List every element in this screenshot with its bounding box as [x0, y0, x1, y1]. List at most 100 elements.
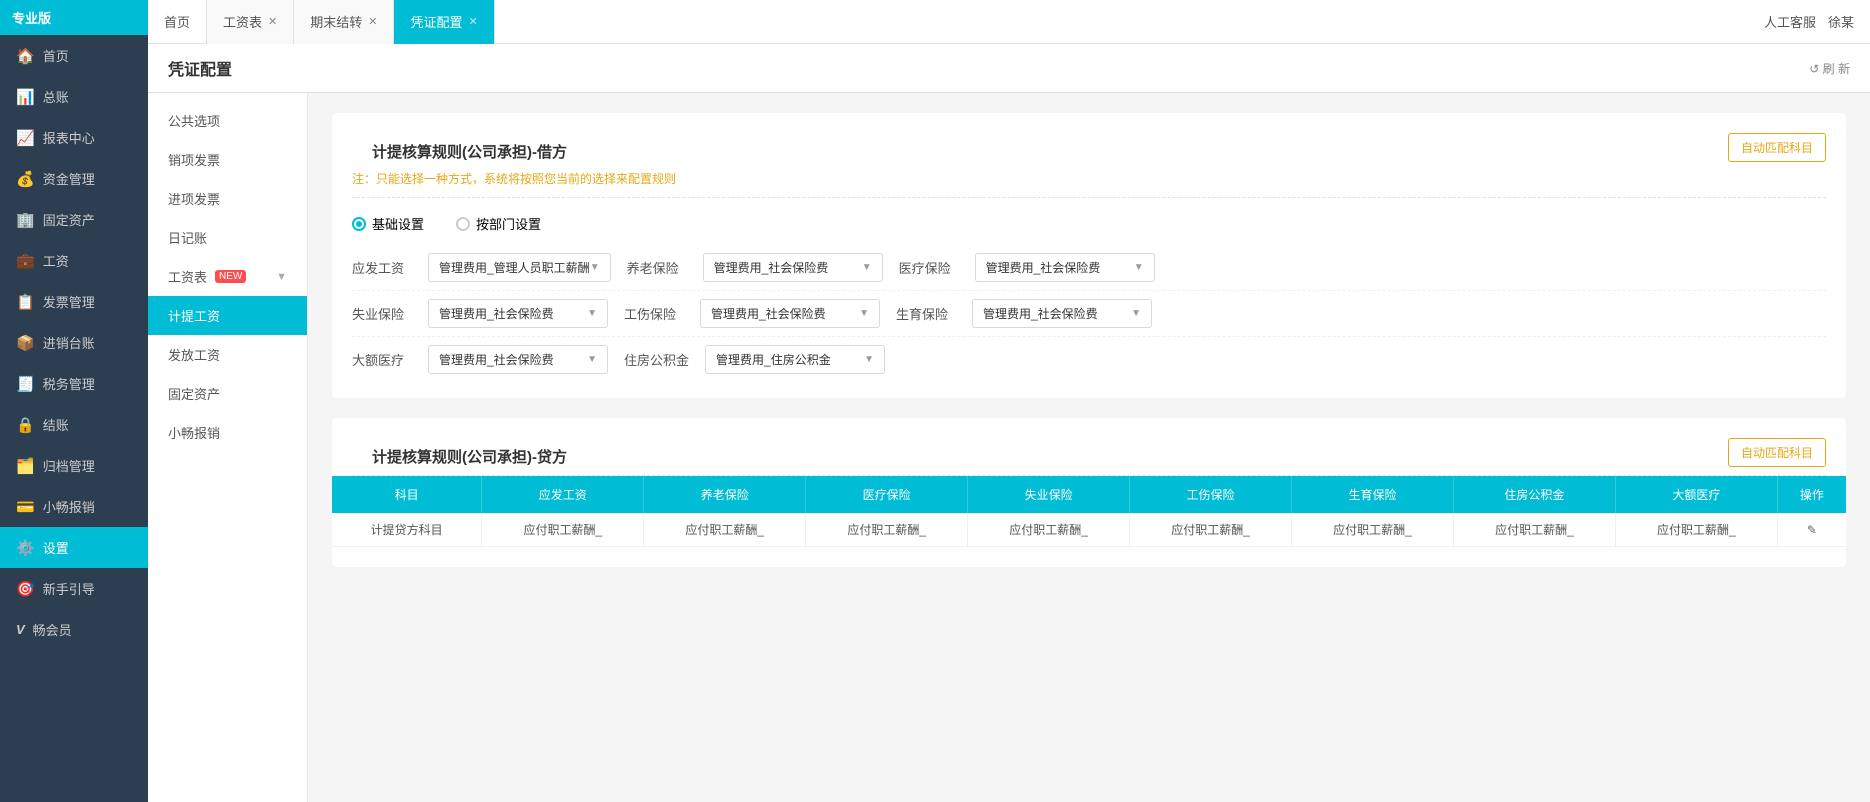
sidebar-item-guide[interactable]: 🎯 新手引导	[0, 568, 148, 609]
guide-icon: 🎯	[16, 580, 35, 598]
arrow-icon-6: ▼	[1131, 308, 1141, 319]
label-medical: 医疗保险	[899, 258, 959, 277]
archive-icon: 🗂️	[16, 457, 35, 475]
close-period-closing-icon[interactable]: ✕	[368, 15, 377, 28]
sidebar-item-invoice[interactable]: 📋 发票管理	[0, 281, 148, 322]
closing-icon: 🔒	[16, 416, 35, 434]
credit-table: 科目 应发工资 养老保险 医疗保险 失业保险 工伤保险 生育保险 住房公积金 大…	[332, 476, 1846, 547]
table-row: 计提贷方科目 应付职工薪酬_ 应付职工薪酬_ 应付职工薪酬_ 应付职工薪酬_ 应…	[332, 513, 1846, 547]
select-injury[interactable]: 管理费用_社会保险费 ▼	[700, 299, 880, 328]
radio-dept-circle	[456, 217, 470, 231]
select-unemployment[interactable]: 管理费用_社会保险费 ▼	[428, 299, 608, 328]
label-housing-fund: 住房公积金	[624, 350, 689, 369]
settings-icon: ⚙️	[16, 539, 35, 557]
arrow-icon-5: ▼	[859, 308, 869, 319]
sidebar-item-closing[interactable]: 🔒 结账	[0, 404, 148, 445]
sidebar-item-settings[interactable]: ⚙️ 设置	[0, 527, 148, 568]
sidebar-item-archive[interactable]: 🗂️ 归档管理	[0, 445, 148, 486]
td-maternity-value: 应付职工薪酬_	[1292, 513, 1454, 547]
td-medical-value: 应付职工薪酬_	[806, 513, 968, 547]
th-medical: 医疗保险	[806, 476, 968, 513]
th-injury: 工伤保险	[1130, 476, 1292, 513]
close-voucher-config-icon[interactable]: ✕	[469, 15, 478, 28]
customer-service-label[interactable]: 人工客服	[1764, 12, 1816, 31]
expense-icon: 💳	[16, 498, 35, 516]
debit-form-row-2: 失业保险 管理费用_社会保险费 ▼ 工伤保险 管理费用_社会保险费 ▼ 生育保险	[352, 291, 1826, 337]
sidebar-item-tax[interactable]: 🧾 税务管理	[0, 363, 148, 404]
th-unemployment: 失业保险	[968, 476, 1130, 513]
sidebar-item-purchase-sales[interactable]: 📦 进销台账	[0, 322, 148, 363]
credit-auto-match-button[interactable]: 自动匹配科目	[1728, 438, 1826, 467]
expand-icon[interactable]: ▼	[276, 271, 287, 283]
radio-group: 基础设置 按部门设置	[352, 206, 1826, 245]
debit-section-header: 计提核算规则(公司承担)-借方 自动匹配科目	[332, 113, 1846, 170]
select-yingfa-wages[interactable]: 管理费用_管理人员职工薪酬 ▼	[428, 253, 611, 282]
debit-auto-match-button[interactable]: 自动匹配科目	[1728, 133, 1826, 162]
label-maternity: 生育保险	[896, 304, 956, 323]
nav-salary-accrual[interactable]: 计提工资	[148, 296, 307, 335]
td-injury-value: 应付职工薪酬_	[1130, 513, 1292, 547]
label-pension: 养老保险	[627, 258, 687, 277]
th-subject: 科目	[332, 476, 482, 513]
capital-icon: 💰	[16, 170, 35, 188]
sidebar-item-general-ledger[interactable]: 📊 总账	[0, 76, 148, 117]
refresh-button[interactable]: ↺ 刷 新	[1809, 60, 1850, 77]
td-housing-fund-value: 应付职工薪酬_	[1453, 513, 1615, 547]
th-operation: 操作	[1777, 476, 1846, 513]
edit-icon[interactable]: ✎	[1807, 523, 1817, 537]
sidebar-item-home[interactable]: 🏠 首页	[0, 35, 148, 76]
nav-journal[interactable]: 日记账	[148, 218, 307, 257]
radio-by-dept[interactable]: 按部门设置	[456, 214, 541, 233]
td-large-medical-value: 应付职工薪酬_	[1615, 513, 1777, 547]
app-title: 专业版	[0, 0, 148, 35]
select-housing-fund[interactable]: 管理费用_住房公积金 ▼	[705, 345, 885, 374]
table-header-row: 科目 应发工资 养老保险 医疗保险 失业保险 工伤保险 生育保险 住房公积金 大…	[332, 476, 1846, 513]
tab-home[interactable]: 首页	[148, 0, 207, 44]
label-yingfa-wages: 应发工资	[352, 258, 412, 277]
radio-basic-setup[interactable]: 基础设置	[352, 214, 424, 233]
td-edit-action[interactable]: ✎	[1777, 513, 1846, 547]
tab-period-closing[interactable]: 期末结转 ✕	[294, 0, 394, 44]
th-wages: 应发工资	[482, 476, 644, 513]
sidebar-item-member[interactable]: V 畅会员	[0, 609, 148, 650]
page-header: 凭证配置 ↺ 刷 新	[148, 44, 1870, 93]
purchase-sales-icon: 📦	[16, 334, 35, 352]
select-maternity[interactable]: 管理费用_社会保险费 ▼	[972, 299, 1152, 328]
close-salary-table-icon[interactable]: ✕	[268, 15, 277, 28]
th-pension: 养老保险	[644, 476, 806, 513]
left-nav: 公共选项 销项发票 进项发票 日记账 工资表 NEW ▼ 计提工资 发放工资	[148, 93, 308, 802]
sidebar-item-xiaochang-expense[interactable]: 💳 小畅报销	[0, 486, 148, 527]
nav-sales-invoice[interactable]: 销项发票	[148, 140, 307, 179]
sidebar-item-fixed-assets[interactable]: 🏢 固定资产	[0, 199, 148, 240]
select-pension[interactable]: 管理费用_社会保险费 ▼	[703, 253, 883, 282]
tab-salary-table[interactable]: 工资表 ✕	[207, 0, 294, 44]
debit-section-note: 注：只能选择一种方式，系统将按照您当前的选择来配置规则	[332, 170, 1846, 197]
nav-public-options[interactable]: 公共选项	[148, 101, 307, 140]
td-unemployment-value: 应付职工薪酬_	[968, 513, 1130, 547]
arrow-icon-7: ▼	[587, 354, 597, 365]
main-panel: 计提核算规则(公司承担)-借方 自动匹配科目 注：只能选择一种方式，系统将按照您…	[308, 93, 1870, 802]
debit-section-body: 基础设置 按部门设置 应发工资 管理费用_管理人员职工薪酬 ▼	[332, 198, 1846, 398]
sidebar-item-capital[interactable]: 💰 资金管理	[0, 158, 148, 199]
nav-fixed-assets[interactable]: 固定资产	[148, 374, 307, 413]
nav-purchase-invoice[interactable]: 进项发票	[148, 179, 307, 218]
tab-voucher-config[interactable]: 凭证配置 ✕	[394, 0, 494, 44]
th-large-medical: 大额医疗	[1615, 476, 1777, 513]
debit-form-row-3: 大额医疗 管理费用_社会保险费 ▼ 住房公积金 管理费用_住房公积金 ▼	[352, 337, 1826, 382]
arrow-icon: ▼	[590, 262, 600, 273]
nav-salary-payment[interactable]: 发放工资	[148, 335, 307, 374]
sidebar-item-salary[interactable]: 💼 工资	[0, 240, 148, 281]
credit-section-header: 计提核算规则(公司承担)-贷方 自动匹配科目	[332, 418, 1846, 475]
debit-section: 计提核算规则(公司承担)-借方 自动匹配科目 注：只能选择一种方式，系统将按照您…	[332, 113, 1846, 398]
nav-xiaochang-expense[interactable]: 小畅报销	[148, 413, 307, 452]
tax-icon: 🧾	[16, 375, 35, 393]
debit-section-title: 计提核算规则(公司承担)-借方	[352, 125, 587, 170]
nav-salary-table[interactable]: 工资表 NEW ▼	[148, 257, 307, 296]
sidebar-item-reports[interactable]: 📈 报表中心	[0, 117, 148, 158]
tab-bar: 首页 工资表 ✕ 期末结转 ✕ 凭证配置 ✕ 人工客服 徐某	[148, 0, 1870, 44]
select-medical[interactable]: 管理费用_社会保险费 ▼	[975, 253, 1155, 282]
new-badge: NEW	[215, 270, 246, 283]
arrow-icon-4: ▼	[587, 308, 597, 319]
label-injury: 工伤保险	[624, 304, 684, 323]
select-large-medical[interactable]: 管理费用_社会保险费 ▼	[428, 345, 608, 374]
